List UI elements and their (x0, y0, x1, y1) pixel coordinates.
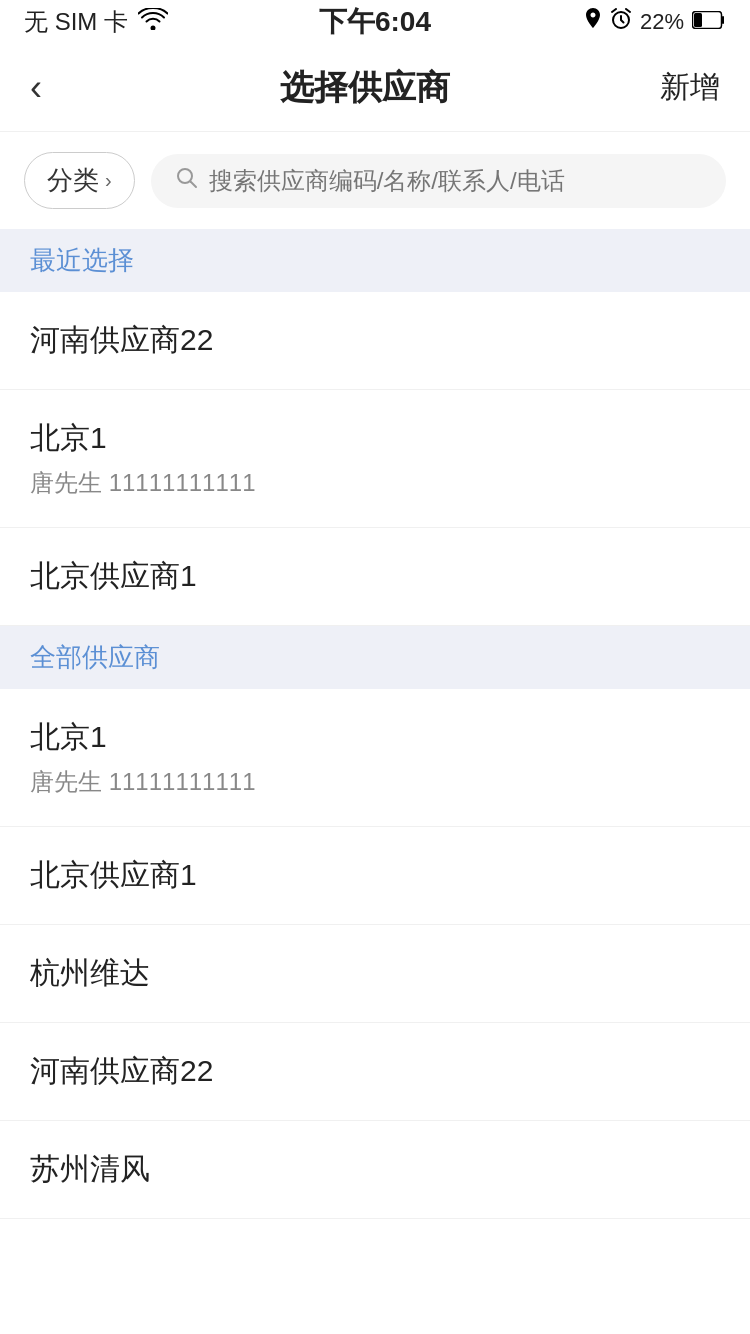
item-sub: 唐先生 11111111111 (30, 467, 720, 499)
item-name: 北京供应商1 (30, 855, 720, 896)
recent-section-label: 最近选择 (30, 245, 134, 275)
item-sub: 唐先生 11111111111 (30, 766, 720, 798)
chevron-right-icon: › (105, 169, 112, 192)
all-list-item[interactable]: 北京1 唐先生 11111111111 (0, 689, 750, 827)
item-name: 北京1 (30, 717, 720, 758)
item-name: 河南供应商22 (30, 1051, 720, 1092)
svg-rect-2 (694, 13, 702, 27)
location-icon (584, 8, 602, 36)
search-icon (175, 166, 199, 196)
recent-list-item[interactable]: 河南供应商22 (0, 292, 750, 390)
back-button[interactable]: ‹ (30, 67, 90, 109)
category-button[interactable]: 分类 › (24, 152, 135, 209)
search-box (151, 154, 726, 208)
recent-section-header: 最近选择 (0, 229, 750, 292)
all-list-item[interactable]: 杭州维达 (0, 925, 750, 1023)
status-left: 无 SIM 卡 (24, 6, 168, 38)
all-section-header: 全部供应商 (0, 626, 750, 689)
item-name: 北京供应商1 (30, 556, 720, 597)
recent-list-item[interactable]: 北京1 唐先生 11111111111 (0, 390, 750, 528)
all-list-item[interactable]: 河南供应商22 (0, 1023, 750, 1121)
status-bar: 无 SIM 卡 下午6:04 22% (0, 0, 750, 44)
item-name: 杭州维达 (30, 953, 720, 994)
item-name: 河南供应商22 (30, 320, 720, 361)
all-list-item[interactable]: 苏州清风 (0, 1121, 750, 1219)
recent-list-item[interactable]: 北京供应商1 (0, 528, 750, 626)
status-right: 22% (584, 8, 726, 36)
wifi-icon (138, 8, 168, 36)
item-name: 北京1 (30, 418, 720, 459)
category-label: 分类 (47, 163, 99, 198)
new-action-button[interactable]: 新增 (640, 67, 720, 108)
filter-bar: 分类 › (0, 132, 750, 229)
carrier-text: 无 SIM 卡 (24, 6, 128, 38)
battery-icon (692, 9, 726, 35)
all-list-item[interactable]: 北京供应商1 (0, 827, 750, 925)
recent-items-list: 河南供应商22 北京1 唐先生 11111111111 北京供应商1 (0, 292, 750, 626)
alarm-icon (610, 8, 632, 36)
all-section-label: 全部供应商 (30, 642, 160, 672)
search-input[interactable] (209, 167, 702, 195)
nav-title: 选择供应商 (280, 65, 450, 111)
status-time: 下午6:04 (319, 3, 431, 41)
battery-text: 22% (640, 9, 684, 35)
item-name: 苏州清风 (30, 1149, 720, 1190)
all-items-list: 北京1 唐先生 11111111111 北京供应商1 杭州维达河南供应商22 苏州清风 (0, 689, 750, 1219)
nav-bar: ‹ 选择供应商 新增 (0, 44, 750, 132)
